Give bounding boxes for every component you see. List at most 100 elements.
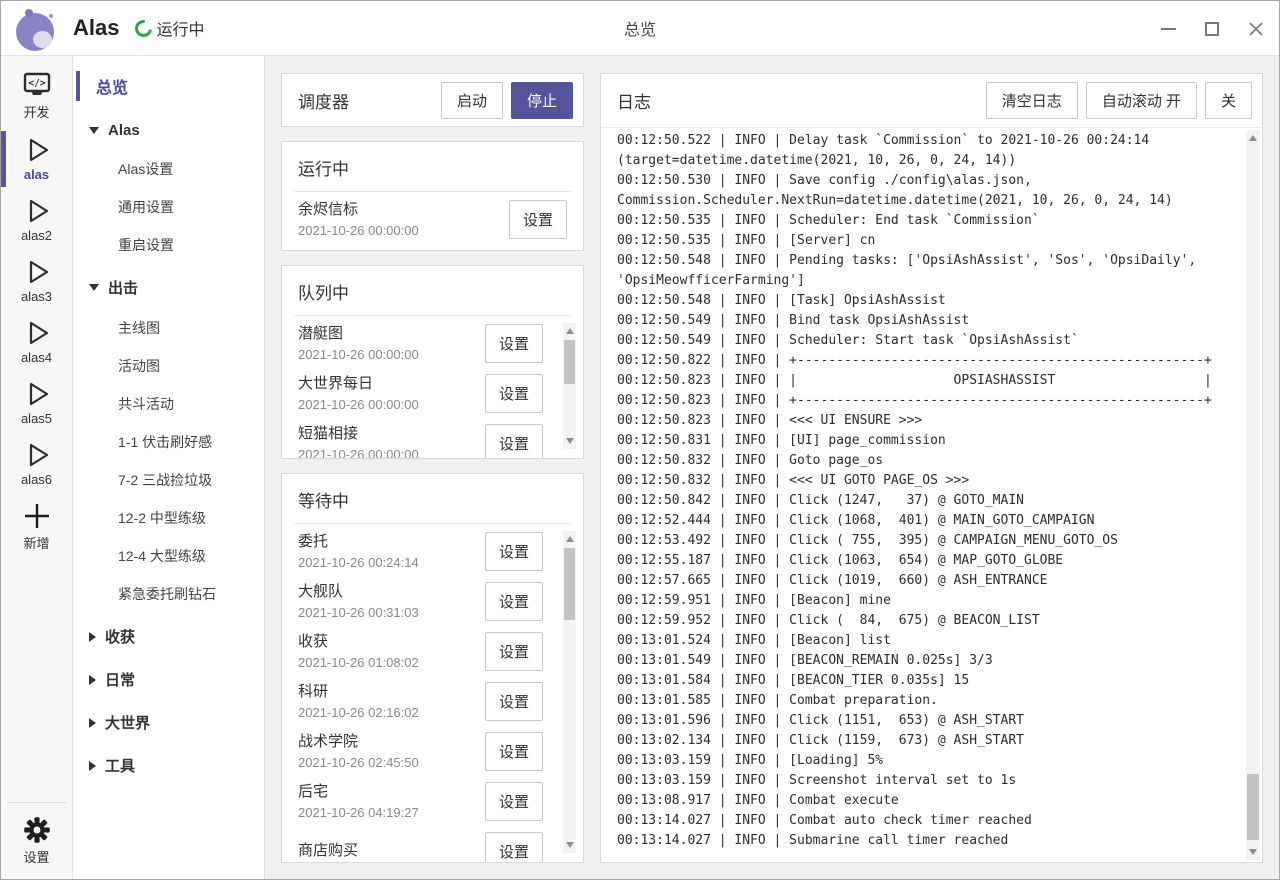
- sidebar-item-alas3[interactable]: alas3: [1, 251, 72, 311]
- scroll-up-icon[interactable]: [1249, 135, 1257, 141]
- log-line: 00:12:50.535 | INFO | Scheduler: End tas…: [617, 211, 1242, 231]
- task-name: 委托: [298, 531, 485, 553]
- log-line: 00:13:03.159 | INFO | Screenshot interva…: [617, 771, 1242, 791]
- play-icon: [22, 440, 52, 470]
- task-row: 收获 2021-10-26 01:08:02 设置: [298, 626, 543, 676]
- nav-item[interactable]: 紧急委托刷钻石: [73, 580, 264, 608]
- nav-item[interactable]: 1-1 伏击刷好感: [73, 428, 264, 456]
- task-setting-button[interactable]: 设置: [485, 682, 543, 721]
- scroll-down-icon[interactable]: [1249, 849, 1257, 855]
- nav-item[interactable]: 活动图: [73, 352, 264, 380]
- task-setting-button[interactable]: 设置: [485, 374, 543, 413]
- nav-group-opsi[interactable]: 大世界: [73, 708, 264, 737]
- sidebar-item-add[interactable]: 新增: [1, 495, 72, 559]
- play-icon: [22, 379, 52, 409]
- nav-group-label: 出击: [108, 277, 138, 298]
- task-setting-button[interactable]: 设置: [485, 424, 543, 459]
- minimize-button[interactable]: [1159, 20, 1177, 38]
- scheduler-panel: 调度器 启动 停止: [281, 73, 584, 127]
- clear-log-button[interactable]: 清空日志: [986, 82, 1078, 119]
- log-line: 00:13:14.027 | INFO | Submarine call tim…: [617, 831, 1242, 851]
- log-title: 日志: [617, 88, 978, 113]
- window-controls: [1159, 1, 1265, 56]
- chevron-right-icon: [89, 761, 96, 771]
- autoscroll-on-button[interactable]: 自动滚动 开: [1086, 82, 1197, 119]
- scroll-up-icon[interactable]: [566, 536, 574, 542]
- nav-item-overview[interactable]: 总览: [73, 70, 264, 102]
- scheduler-stop-button[interactable]: 停止: [511, 82, 573, 119]
- nav-item[interactable]: 12-4 大型练级: [73, 542, 264, 570]
- sidebar-item-label: 开发: [23, 102, 49, 121]
- sidebar-item-settings[interactable]: 设置: [22, 813, 52, 866]
- task-setting-button[interactable]: 设置: [509, 200, 567, 239]
- sidebar-item-label: alas2: [21, 228, 52, 243]
- chevron-right-icon: [89, 632, 96, 642]
- task-name: 大舰队: [298, 581, 485, 603]
- play-icon: [22, 257, 52, 287]
- scrollbar[interactable]: [1246, 130, 1260, 860]
- scrollbar[interactable]: [563, 323, 576, 449]
- log-output[interactable]: 00:12:50.522 | INFO | Delay task `Commis…: [601, 128, 1262, 862]
- task-row: 商店购买 设置: [298, 826, 543, 862]
- nav-item[interactable]: 重启设置: [73, 231, 264, 259]
- waiting-panel: 等待中 委托 2021-10-26 00:24:14 设置 大舰队: [281, 473, 584, 863]
- log-line: 00:12:50.530 | INFO | Save config ./conf…: [617, 171, 1242, 191]
- task-name: 短猫相接: [298, 423, 485, 445]
- task-setting-button[interactable]: 设置: [485, 832, 543, 863]
- task-name: 潜艇图: [298, 323, 485, 345]
- task-setting-button[interactable]: 设置: [485, 732, 543, 771]
- log-line: 00:12:50.522 | INFO | Delay task `Commis…: [617, 131, 1242, 151]
- log-line: 00:13:08.917 | INFO | Combat execute: [617, 791, 1242, 811]
- scroll-down-icon[interactable]: [566, 438, 574, 444]
- scrollbar-thumb[interactable]: [564, 548, 575, 620]
- chevron-down-icon: [89, 127, 99, 134]
- log-line: 00:12:50.823 | INFO | <<< UI ENSURE >>>: [617, 411, 1242, 431]
- sidebar-item-label: alas: [24, 167, 49, 182]
- task-setting-button[interactable]: 设置: [485, 582, 543, 621]
- nav-item[interactable]: 共斗活动: [73, 390, 264, 418]
- task-setting-button[interactable]: 设置: [485, 324, 543, 363]
- scrollbar[interactable]: [563, 531, 576, 853]
- task-row: 短猫相接 2021-10-26 00:00:00 设置: [298, 418, 543, 458]
- task-name: 余烬信标: [298, 199, 509, 221]
- log-line: 00:12:50.548 | INFO | Pending tasks: ['O…: [617, 251, 1242, 271]
- sidebar-item-alas2[interactable]: alas2: [1, 190, 72, 250]
- sidebar-item-alas6[interactable]: alas6: [1, 434, 72, 494]
- scroll-up-icon[interactable]: [566, 328, 574, 334]
- maximize-button[interactable]: [1203, 20, 1221, 38]
- play-icon: [22, 135, 52, 165]
- nav-group-reward[interactable]: 收获: [73, 622, 264, 651]
- nav-item[interactable]: 通用设置: [73, 193, 264, 221]
- log-line: 00:13:01.585 | INFO | Combat preparation…: [617, 691, 1242, 711]
- nav-group-daily[interactable]: 日常: [73, 665, 264, 694]
- sidebar-item-alas[interactable]: alas: [1, 129, 72, 189]
- task-setting-button[interactable]: 设置: [485, 532, 543, 571]
- log-line: 00:12:50.822 | INFO | +-----------------…: [617, 351, 1242, 371]
- sidebar-item-alas4[interactable]: alas4: [1, 312, 72, 372]
- sidebar-item-alas5[interactable]: alas5: [1, 373, 72, 433]
- log-line: 00:12:55.187 | INFO | Click (1063, 654) …: [617, 551, 1242, 571]
- active-indicator: [76, 71, 80, 101]
- close-icon: [1248, 21, 1264, 37]
- autoscroll-off-button[interactable]: 关: [1205, 82, 1252, 119]
- log-line: 00:13:03.159 | INFO | [Loading] 5%: [617, 751, 1242, 771]
- nav-group-sortie[interactable]: 出击: [73, 273, 264, 302]
- nav-item[interactable]: 12-2 中型练级: [73, 504, 264, 532]
- nav-group-alas[interactable]: Alas: [73, 118, 264, 143]
- scroll-down-icon[interactable]: [566, 842, 574, 848]
- nav-group-tools[interactable]: 工具: [73, 751, 264, 780]
- nav-item[interactable]: 主线图: [73, 314, 264, 342]
- task-setting-button[interactable]: 设置: [485, 632, 543, 671]
- play-icon: [22, 318, 52, 348]
- maximize-icon: [1205, 22, 1219, 36]
- scrollbar-thumb[interactable]: [1247, 774, 1259, 840]
- scheduler-start-button[interactable]: 启动: [441, 82, 503, 119]
- task-setting-button[interactable]: 设置: [485, 782, 543, 821]
- task-name: 后宅: [298, 781, 485, 803]
- scrollbar-thumb[interactable]: [564, 340, 575, 384]
- nav-item[interactable]: Alas设置: [73, 155, 264, 183]
- nav-item[interactable]: 7-2 三战捡垃圾: [73, 466, 264, 494]
- close-button[interactable]: [1247, 20, 1265, 38]
- pending-title: 队列中: [298, 279, 567, 304]
- sidebar-item-dev[interactable]: </> 开发: [1, 64, 72, 128]
